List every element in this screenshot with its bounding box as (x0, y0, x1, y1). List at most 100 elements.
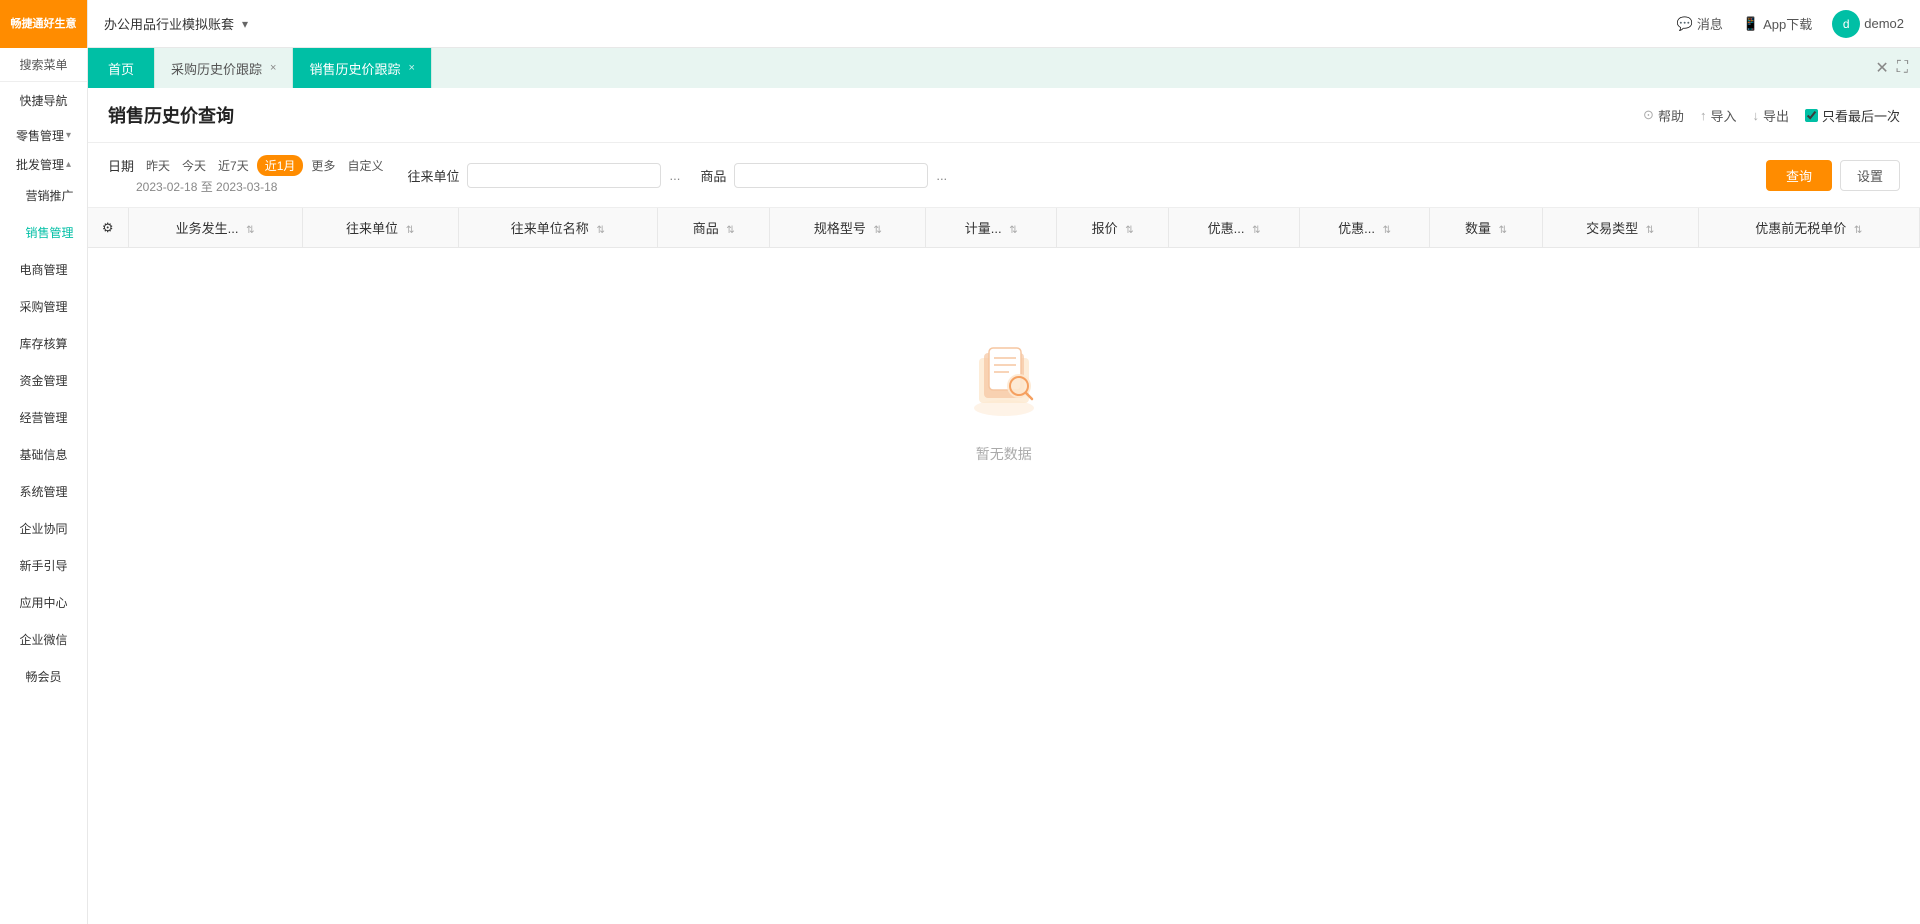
tab-purchase-history[interactable]: 采购历史价跟踪 × (155, 48, 293, 88)
sidebar-item-finance[interactable]: 资金管理 (0, 362, 87, 399)
page-header: 销售历史价查询 ⊙ 帮助 ↑ 导入 ↓ 导出 只看最后一次 (88, 88, 1920, 143)
logo-text: 畅捷通好生意 (11, 17, 77, 31)
topbar-right: 💬 消息 📱 App下载 d demo2 (1677, 10, 1904, 38)
sort-icon: ⇅ (1854, 225, 1862, 236)
table-container: ⚙ 业务发生... ⇅ 往来单位 ⇅ 往来单位名称 ⇅ (88, 208, 1920, 924)
tab-home-label: 首页 (108, 59, 134, 78)
th-price[interactable]: 报价 ⇅ (1056, 208, 1168, 248)
sidebar-item-operations[interactable]: 经营管理 (0, 399, 87, 436)
date-btn-more[interactable]: 更多 (307, 155, 339, 176)
sidebar-item-inventory[interactable]: 库存核算 (0, 325, 87, 362)
only-last-checkbox[interactable] (1805, 109, 1818, 122)
sort-icon: ⇅ (726, 225, 734, 236)
th-qty[interactable]: 数量 ⇅ (1430, 208, 1542, 248)
date-range-display: 2023-02-18 至 2023-03-18 (136, 178, 387, 195)
date-filter-block: 日期 昨天 今天 近7天 近1月 更多 自定义 2023-02-18 至 202… (108, 155, 387, 195)
tab-purchase-label: 采购历史价跟踪 (171, 59, 262, 78)
topbar-title: 办公用品行业模拟账套 (104, 14, 234, 33)
date-label: 日期 (108, 156, 134, 175)
topbar-user[interactable]: d demo2 (1832, 10, 1904, 38)
topbar-appdownload[interactable]: 📱 App下载 (1743, 14, 1812, 33)
sidebar-item-marketing[interactable]: 营销推广 (0, 177, 87, 214)
product-input[interactable] (734, 163, 928, 188)
th-biz-date[interactable]: 业务发生... ⇅ (128, 208, 302, 248)
export-label: 导出 (1763, 106, 1789, 125)
tabs-bar: 首页 采购历史价跟踪 × 销售历史价跟踪 × ✕ ⛶ (88, 48, 1920, 88)
table-header: ⚙ 业务发生... ⇅ 往来单位 ⇅ 往来单位名称 ⇅ (88, 208, 1920, 248)
topbar-left: 办公用品行业模拟账套 ▾ (104, 14, 248, 33)
th-product[interactable]: 商品 ⇅ (658, 208, 770, 248)
th-unit[interactable]: 计量... ⇅ (926, 208, 1057, 248)
sidebar-item-purchase[interactable]: 采购管理 (0, 288, 87, 325)
topbar-dropdown[interactable]: ▾ (242, 17, 248, 31)
export-icon: ↓ (1752, 108, 1759, 123)
partner-dots[interactable]: ... (669, 168, 680, 183)
product-label: 商品 (700, 166, 726, 185)
chevron-up-icon: ▴ (66, 159, 71, 170)
sidebar-item-ecommerce[interactable]: 电商管理 (0, 251, 87, 288)
sidebar-item-member[interactable]: 畅会员 (0, 658, 87, 695)
sidebar-item-appcenter[interactable]: 应用中心 (0, 584, 87, 621)
tab-sales-history[interactable]: 销售历史价跟踪 × (293, 48, 431, 88)
message-label: 消息 (1697, 14, 1723, 33)
sidebar-item-quicknav[interactable]: 快捷导航 (0, 82, 87, 119)
settings-button[interactable]: 设置 (1840, 160, 1900, 191)
th-pretax-price[interactable]: 优惠前无税单价 ⇅ (1698, 208, 1919, 248)
sidebar-item-wechat[interactable]: 企业微信 (0, 621, 87, 658)
date-btn-last7[interactable]: 近7天 (214, 155, 253, 176)
sort-icon: ⇅ (406, 225, 414, 236)
data-table: ⚙ 业务发生... ⇅ 往来单位 ⇅ 往来单位名称 ⇅ (88, 208, 1920, 544)
query-button[interactable]: 查询 (1766, 160, 1832, 191)
sidebar-item-wholesale[interactable]: 批发管理 ▴ (0, 148, 87, 177)
help-button[interactable]: ⊙ 帮助 (1643, 106, 1684, 125)
sidebar-item-system[interactable]: 系统管理 (0, 473, 87, 510)
maximize-window-btn[interactable]: ⛶ (1897, 59, 1908, 77)
sort-icon: ⇅ (596, 225, 604, 236)
date-filter-group: 日期 昨天 今天 近7天 近1月 更多 自定义 (108, 155, 387, 176)
message-icon: 💬 (1677, 16, 1693, 32)
sort-icon: ⇅ (1499, 225, 1507, 236)
th-discount2[interactable]: 优惠... ⇅ (1299, 208, 1430, 248)
partner-input[interactable] (467, 163, 661, 188)
th-partner-code[interactable]: 往来单位 ⇅ (302, 208, 458, 248)
sort-icon: ⇅ (874, 225, 882, 236)
import-button[interactable]: ↑ 导入 (1700, 106, 1737, 125)
empty-text: 暂无数据 (976, 444, 1032, 464)
filter-bar: 日期 昨天 今天 近7天 近1月 更多 自定义 2023-02-18 至 202… (88, 143, 1920, 208)
export-button[interactable]: ↓ 导出 (1752, 106, 1789, 125)
sidebar-item-search[interactable]: 搜索菜单 (0, 48, 87, 82)
sidebar-item-sales[interactable]: 销售管理 (0, 214, 87, 251)
import-icon: ↑ (1700, 108, 1707, 123)
tab-sales-close[interactable]: × (408, 62, 414, 74)
th-gear[interactable]: ⚙ (88, 208, 128, 248)
filter-actions: 查询 设置 (1766, 160, 1900, 191)
th-partner-name[interactable]: 往来单位名称 ⇅ (458, 208, 658, 248)
close-window-btn[interactable]: ✕ (1875, 58, 1888, 78)
topbar: 办公用品行业模拟账套 ▾ 💬 消息 📱 App下载 d demo2 (88, 0, 1920, 48)
sidebar-item-guide[interactable]: 新手引导 (0, 547, 87, 584)
th-spec[interactable]: 规格型号 ⇅ (770, 208, 926, 248)
import-label: 导入 (1710, 106, 1736, 125)
topbar-message[interactable]: 💬 消息 (1677, 14, 1723, 33)
sidebar-item-basic[interactable]: 基础信息 (0, 436, 87, 473)
date-btn-last1m[interactable]: 近1月 (257, 155, 304, 176)
tab-home[interactable]: 首页 (88, 48, 155, 88)
sort-icon: ⇅ (1125, 225, 1133, 236)
product-dots[interactable]: ... (936, 168, 947, 183)
sidebar-item-enterprise[interactable]: 企业协同 (0, 510, 87, 547)
gear-icon[interactable]: ⚙ (102, 220, 114, 235)
table-body: 暂无数据 (88, 248, 1920, 545)
sort-icon: ⇅ (246, 225, 254, 236)
only-last-checkbox-label[interactable]: 只看最后一次 (1805, 106, 1900, 125)
avatar: d (1832, 10, 1860, 38)
date-btn-custom[interactable]: 自定义 (343, 155, 387, 176)
sidebar-item-retail[interactable]: 零售管理 ▾ (0, 119, 87, 148)
date-btn-yesterday[interactable]: 昨天 (142, 155, 174, 176)
sidebar: 畅捷通好生意 搜索菜单 快捷导航 零售管理 ▾ 批发管理 ▴ 营销推广 销售管理… (0, 0, 88, 924)
page-actions: ⊙ 帮助 ↑ 导入 ↓ 导出 只看最后一次 (1643, 106, 1900, 139)
th-trade-type[interactable]: 交易类型 ⇅ (1542, 208, 1698, 248)
date-btn-today[interactable]: 今天 (178, 155, 210, 176)
th-discount1[interactable]: 优惠... ⇅ (1169, 208, 1300, 248)
tabs-window-controls: ✕ ⛶ (1875, 58, 1920, 78)
tab-purchase-close[interactable]: × (270, 62, 276, 74)
